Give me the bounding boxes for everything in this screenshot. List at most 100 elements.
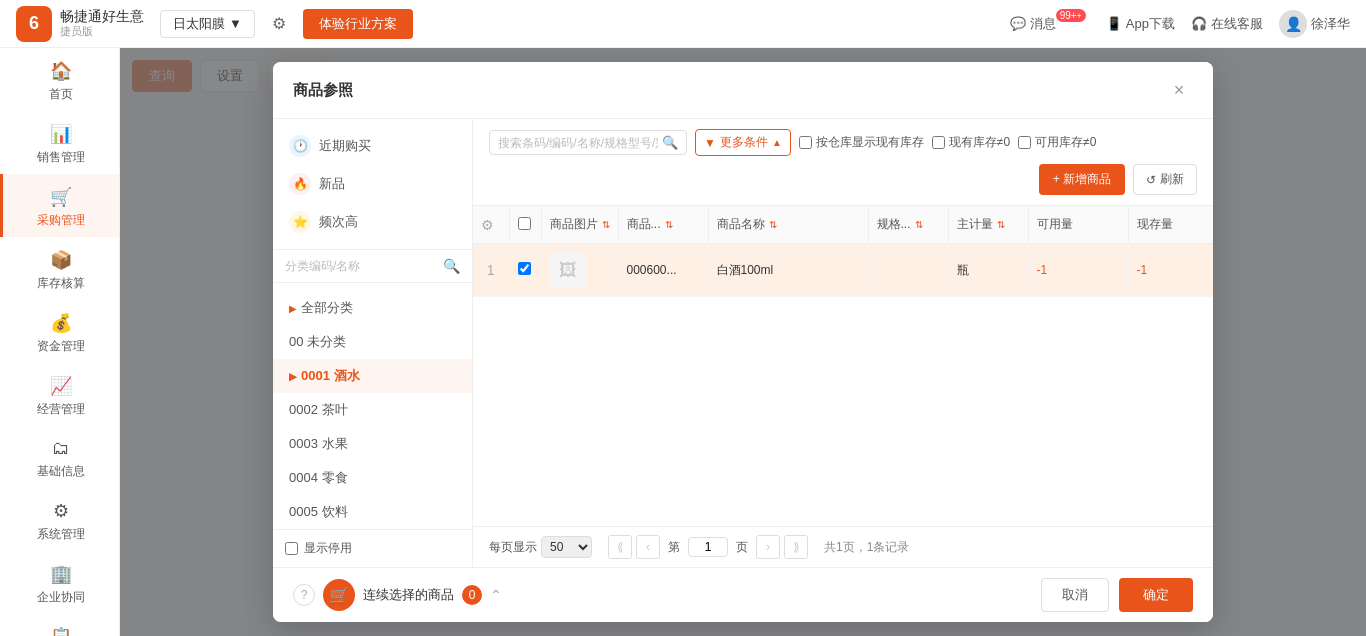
quick-nav-freq[interactable]: ⭐ 频次高 (273, 203, 472, 241)
cat-0005[interactable]: 0005 饮料 (273, 495, 472, 529)
total-info: 共1页，1条记录 (824, 539, 909, 556)
row-checkbox[interactable] (518, 262, 531, 275)
nav-message[interactable]: 💬 消息 99++ (1010, 15, 1090, 33)
nav-app-download[interactable]: 📱 App下载 (1106, 15, 1175, 33)
cart-icon-button[interactable]: 🛒 (323, 579, 355, 611)
finance-icon: 💰 (50, 312, 72, 334)
existing-stock-filter[interactable]: 现有库存≠0 (932, 134, 1010, 151)
th-name: 商品名称 ⇅ (708, 206, 868, 244)
logo-area: 6 畅捷通好生意 捷员版 (16, 6, 144, 42)
sidebar-item-sales[interactable]: 📊 销售管理 (0, 111, 119, 174)
settings-icon[interactable]: ⚙ (263, 8, 295, 40)
th-img: 商品图片 ⇅ (541, 206, 618, 244)
th-spec: 规格... ⇅ (868, 206, 948, 244)
more-filter-button[interactable]: ▼ 更多条件 ▲ (695, 129, 791, 156)
row-stock-cell: -1 (1128, 244, 1213, 297)
chevron-down-icon: ▼ (229, 16, 242, 31)
row-img-cell: 🖼 (541, 244, 618, 297)
table-row[interactable]: 1 🖼 (473, 244, 1213, 297)
refresh-button[interactable]: ↺ 刷新 (1133, 164, 1197, 195)
sidebar-item-enterprise[interactable]: 🏢 企业协同 (0, 551, 119, 614)
quick-nav-new[interactable]: 🔥 新品 (273, 165, 472, 203)
warehouse-checkbox[interactable] (799, 136, 812, 149)
sidebar-item-basic[interactable]: 🗂 基础信息 (0, 426, 119, 488)
sidebar-item-finance[interactable]: 💰 资金管理 (0, 300, 119, 363)
sort-icon-name: ⇅ (769, 219, 777, 230)
last-page-button[interactable]: ⟫ (784, 535, 808, 559)
confirm-button[interactable]: 确定 (1119, 578, 1193, 612)
top-nav: 6 畅捷通好生意 捷员版 日太阳膜 ▼ ⚙ 体验行业方案 💬 消息 99++ 📱… (0, 0, 1366, 48)
cat-00[interactable]: 00 未分类 (273, 325, 472, 359)
first-page-button[interactable]: ⟪ (608, 535, 632, 559)
show-disabled-checkbox[interactable] (285, 542, 298, 555)
guide-icon: 📋 (50, 626, 72, 636)
gear-icon[interactable]: ⚙ (481, 217, 494, 233)
page-number-input[interactable] (688, 537, 728, 557)
exp-button[interactable]: 体验行业方案 (303, 9, 413, 39)
collapse-icon[interactable]: ⌃ (490, 587, 502, 603)
sidebar-item-system[interactable]: ⚙ 系统管理 (0, 488, 119, 551)
modal-body: 🕐 近期购买 🔥 新品 ⭐ 频次高 (273, 119, 1213, 567)
cat-0003[interactable]: 0003 水果 (273, 427, 472, 461)
sort-icon-spec: ⇅ (915, 219, 923, 230)
nav-user[interactable]: 👤 徐泽华 (1279, 10, 1350, 38)
new-icon: 🔥 (289, 173, 311, 195)
product-search-input[interactable] (498, 136, 658, 150)
cancel-button[interactable]: 取消 (1041, 578, 1109, 612)
msg-badge: 99++ (1056, 9, 1086, 22)
prev-page-button[interactable]: ‹ (636, 535, 660, 559)
cat-0004[interactable]: 0004 零食 (273, 461, 472, 495)
sidebar-item-inventory[interactable]: 📦 库存核算 (0, 237, 119, 300)
quick-nav-recent[interactable]: 🕐 近期购买 (273, 127, 472, 165)
filter-chevron-icon: ▲ (772, 137, 782, 148)
th-gear: ⚙ (473, 206, 509, 244)
modal-close-button[interactable]: × (1165, 76, 1193, 104)
sidebar-item-purchase[interactable]: 🛒 采购管理 (0, 174, 119, 237)
category-search-input[interactable] (285, 259, 439, 273)
add-product-button[interactable]: + 新增商品 (1039, 164, 1125, 195)
sort-icon-unit: ⇅ (997, 219, 1005, 230)
category-search-icon[interactable]: 🔍 (443, 258, 460, 274)
cat-0001[interactable]: ▶ 0001 酒水 (273, 359, 472, 393)
available-stock-filter[interactable]: 可用库存≠0 (1018, 134, 1096, 151)
th-img-sort[interactable]: 商品图片 ⇅ (550, 216, 610, 233)
inventory-icon: 📦 (50, 249, 72, 271)
home-icon: 🏠 (50, 60, 72, 82)
warehouse-filter[interactable]: 按仓库显示现有库存 (799, 134, 924, 151)
nav-service[interactable]: 🎧 在线客服 (1191, 15, 1263, 33)
enterprise-icon: 🏢 (50, 563, 72, 585)
th-name-sort[interactable]: 商品名称 ⇅ (717, 216, 860, 233)
product-search-icon[interactable]: 🔍 (662, 135, 678, 150)
product-search-box: 🔍 (489, 130, 687, 155)
cat-0002[interactable]: 0002 茶叶 (273, 393, 472, 427)
select-all-checkbox[interactable] (518, 217, 531, 230)
th-unit-sort[interactable]: 主计量 ⇅ (957, 216, 1020, 233)
next-page-button[interactable]: › (756, 535, 780, 559)
cat-active-arrow-icon: ▶ (289, 371, 297, 382)
row-available-cell: -1 (1028, 244, 1128, 297)
page-size-select: 每页显示 10 20 50 100 (489, 536, 592, 558)
th-code-sort[interactable]: 商品... ⇅ (627, 216, 700, 233)
continuous-label: 连续选择的商品 (363, 586, 454, 604)
sidebar-item-guide[interactable]: 📋 新手引导 (0, 614, 119, 636)
sidebar-item-operation[interactable]: 📈 经营管理 (0, 363, 119, 426)
help-icon[interactable]: ? (293, 584, 315, 606)
th-spec-sort[interactable]: 规格... ⇅ (877, 216, 940, 233)
cat-all[interactable]: ▶ 全部分类 (273, 291, 472, 325)
existing-stock-checkbox[interactable] (932, 136, 945, 149)
filter-icon: ▼ (704, 136, 716, 150)
th-code: 商品... ⇅ (618, 206, 708, 244)
quick-nav: 🕐 近期购买 🔥 新品 ⭐ 频次高 (273, 119, 472, 250)
store-selector[interactable]: 日太阳膜 ▼ (160, 10, 255, 38)
available-stock-checkbox[interactable] (1018, 136, 1031, 149)
main-content: 查询 设置 刷新 商品参照 × 🕐 近期购买 (120, 48, 1366, 636)
page-size-dropdown[interactable]: 10 20 50 100 (541, 536, 592, 558)
sort-icon-img: ⇅ (602, 219, 610, 230)
recent-icon: 🕐 (289, 135, 311, 157)
row-gear-cell: 1 (473, 244, 509, 297)
sidebar-item-home[interactable]: 🏠 首页 (0, 48, 119, 111)
sales-icon: 📊 (50, 123, 72, 145)
purchase-icon: 🛒 (50, 186, 72, 208)
nav-right: 💬 消息 99++ 📱 App下载 🎧 在线客服 👤 徐泽华 (1010, 10, 1350, 38)
modal: 商品参照 × 🕐 近期购买 🔥 新品 (273, 62, 1213, 622)
